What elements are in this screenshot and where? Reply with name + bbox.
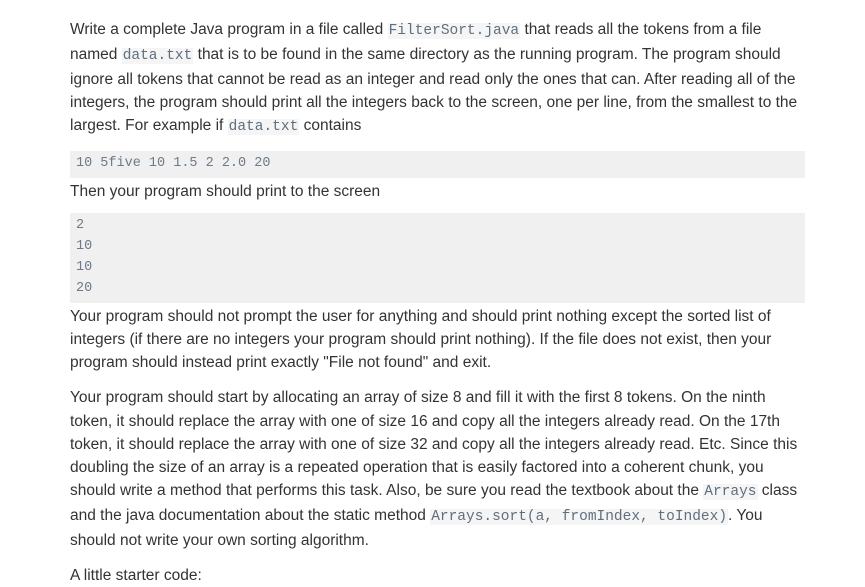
paragraph-requirements: Your program should not prompt the user … [70,305,805,375]
code-arrays-class: Arrays [703,484,757,500]
paragraph-starter-code: A little starter code: [70,564,805,587]
text: contains [299,117,361,134]
code-arrays-sort: Arrays.sort(a, fromIndex, toIndex) [430,509,728,525]
text: Your program should start by allocating … [70,389,797,499]
paragraph-intro: Write a complete Java program in a file … [70,18,805,139]
code-filename-data: data.txt [122,48,194,64]
codeblock-input-example: 10 5five 10 1.5 2 2.0 20 [70,151,805,178]
text: Write a complete Java program in a file … [70,21,388,38]
text-then-print: Then your program should print to the sc… [70,180,805,203]
codeblock-output-example: 2 10 10 20 [70,213,805,303]
code-filename-filtersort: FilterSort.java [388,23,521,39]
code-filename-data-2: data.txt [228,119,300,135]
paragraph-array-doubling: Your program should start by allocating … [70,386,805,552]
